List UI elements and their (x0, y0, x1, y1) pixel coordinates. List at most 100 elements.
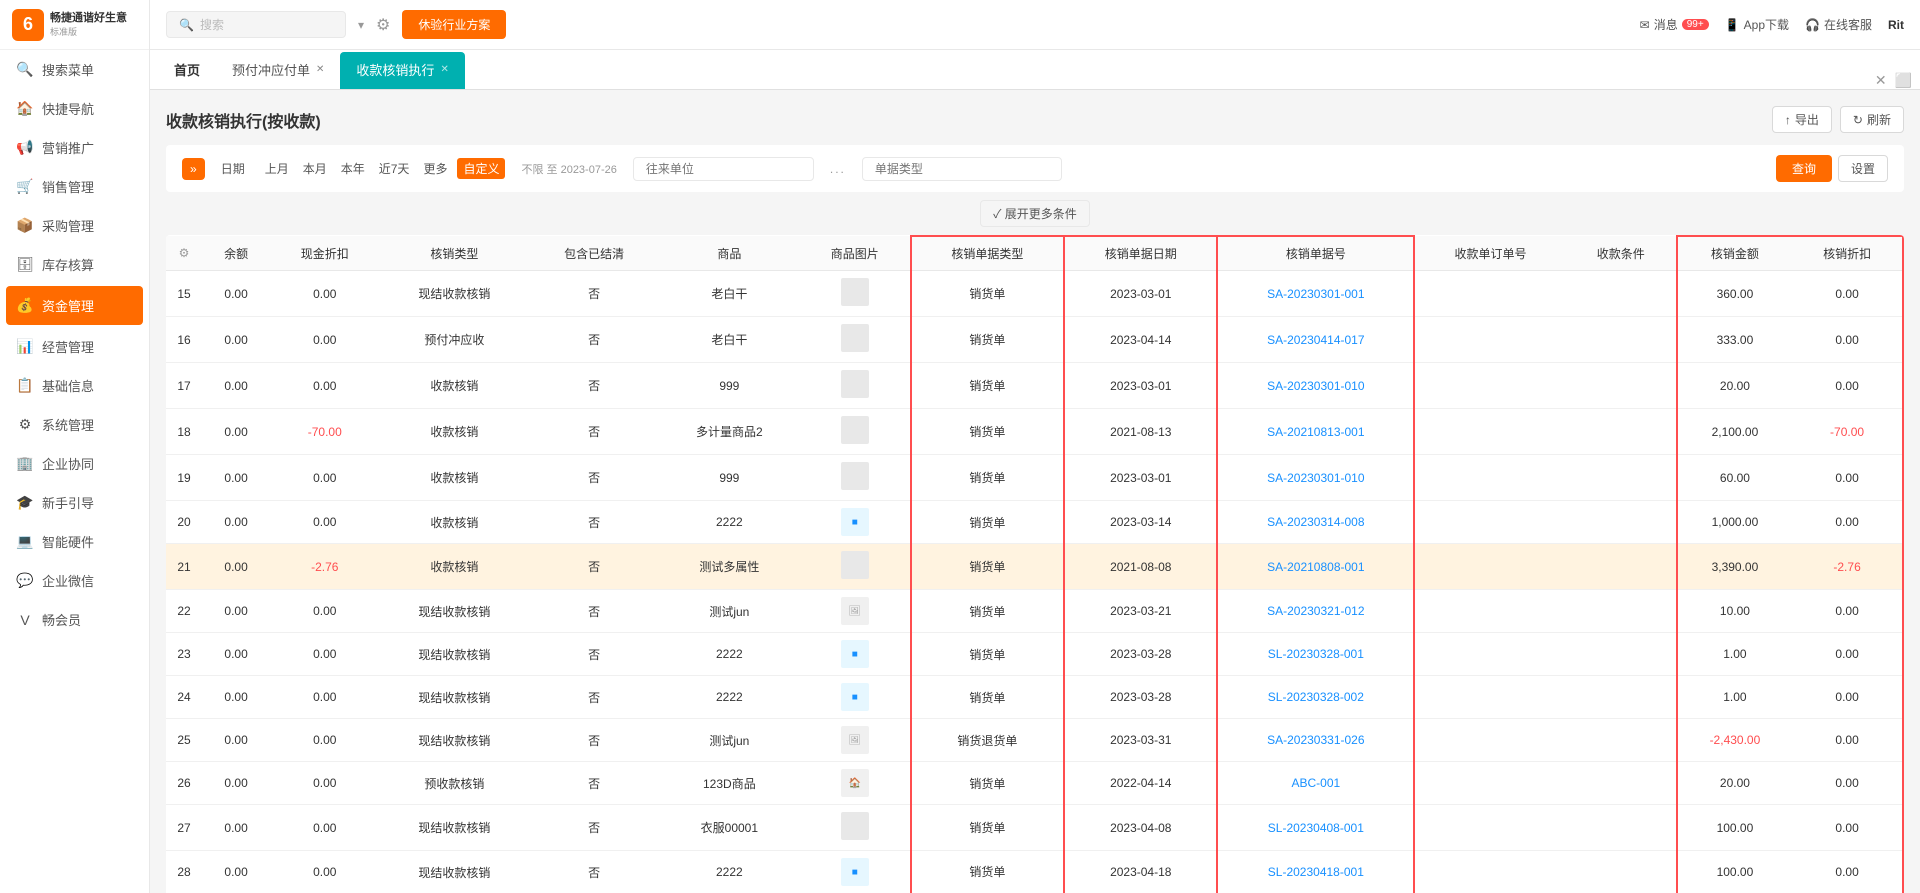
cell-slip-no[interactable]: SA-20230414-017 (1217, 317, 1414, 363)
cell-cash-discount: 0.00 (270, 676, 379, 719)
cell-slip-date: 2023-03-31 (1064, 719, 1217, 762)
page-title: 收款核销执行(按收款) (166, 108, 321, 132)
sidebar-item-ops[interactable]: 📊 经营管理 (0, 327, 149, 366)
cell-writeoff-type: 收款核销 (379, 363, 529, 409)
topbar-search-box[interactable]: 🔍 搜索 (166, 11, 346, 38)
settings-btn[interactable]: 设置 (1838, 155, 1888, 182)
cell-include-settled: 否 (529, 762, 659, 805)
table-gear-icon[interactable]: ⚙ (179, 246, 190, 260)
slip-no-link[interactable]: SA-20230301-010 (1267, 379, 1364, 393)
sidebar-item-marketing[interactable]: 📢 营销推广 (0, 128, 149, 167)
tab-writeoff-close-icon[interactable]: ✕ (440, 64, 448, 75)
tab-prepay-close-icon[interactable]: ✕ (316, 64, 324, 75)
filter-7days[interactable]: 近7天 (375, 158, 414, 179)
filter-expand-btn[interactable]: » (182, 158, 205, 180)
th-balance: 余额 (202, 236, 270, 271)
sidebar-item-corp[interactable]: 🏢 企业协同 (0, 444, 149, 483)
cell-receipt-condition (1566, 544, 1677, 590)
cell-cash-discount: 0.00 (270, 317, 379, 363)
guide-icon: 🎓 (16, 494, 34, 511)
logo-text: 畅捷通谐好生意 标准版 (50, 11, 127, 38)
filter-slip-type-input[interactable] (862, 157, 1062, 181)
slip-no-link[interactable]: SA-20210813-001 (1267, 425, 1364, 439)
sidebar-item-hardware[interactable]: 💻 智能硬件 (0, 522, 149, 561)
goods-thumbnail (841, 324, 869, 352)
cell-slip-no[interactable]: SL-20230408-001 (1217, 805, 1414, 851)
cell-slip-date: 2023-04-18 (1064, 851, 1217, 893)
user-name[interactable]: Rit (1888, 18, 1904, 32)
cell-goods-img: ■ (800, 676, 911, 719)
maximize-icon[interactable]: ⬜ (1895, 72, 1912, 89)
cell-slip-no[interactable]: SA-20230301-010 (1217, 455, 1414, 501)
topbar: 🔍 搜索 ▾ ⚙ 休验行业方案 ✉ 消息 99+ 📱 App下载 🎧 在线客服 … (150, 0, 1920, 50)
slip-no-link[interactable]: SA-20230301-001 (1267, 287, 1364, 301)
query-btn[interactable]: 查询 (1776, 155, 1832, 182)
app-download-btn[interactable]: 📱 App下载 (1725, 16, 1789, 33)
cell-include-settled: 否 (529, 590, 659, 633)
expand-more-btn[interactable]: ✓ 展开更多条件 (980, 200, 1090, 227)
cell-receipt-condition (1566, 590, 1677, 633)
tab-writeoff[interactable]: 收款核销执行 ✕ (340, 52, 464, 89)
industry-btn[interactable]: 休验行业方案 (402, 10, 506, 39)
cell-cash-discount: 0.00 (270, 455, 379, 501)
slip-no-link[interactable]: SL-20230328-002 (1268, 690, 1364, 704)
tab-home[interactable]: 首页 (158, 52, 216, 89)
cell-writeoff-amount: 100.00 (1677, 805, 1792, 851)
slip-no-link[interactable]: SA-20230414-017 (1267, 333, 1364, 347)
topbar-settings-icon[interactable]: ⚙ (376, 15, 390, 35)
cell-cash-discount: -70.00 (270, 409, 379, 455)
cell-slip-no[interactable]: ABC-001 (1217, 762, 1414, 805)
slip-no-link[interactable]: SA-20230301-010 (1267, 471, 1364, 485)
cell-slip-no[interactable]: SL-20230328-001 (1217, 633, 1414, 676)
sidebar-item-quicknav[interactable]: 🏠 快捷导航 (0, 89, 149, 128)
cell-writeoff-discount: 0.00 (1792, 317, 1903, 363)
sidebar-item-wechat[interactable]: 💬 企业微信 (0, 561, 149, 600)
refresh-btn[interactable]: ↻ 刷新 (1840, 106, 1904, 133)
topbar-chevron-icon[interactable]: ▾ (358, 18, 364, 32)
filter-this-year[interactable]: 本年 (337, 158, 369, 179)
page-actions: ↑ 导出 ↻ 刷新 (1772, 106, 1904, 133)
sidebar-item-member[interactable]: V 畅会员 (0, 600, 149, 639)
cell-slip-no[interactable]: SA-20230331-026 (1217, 719, 1414, 762)
slip-no-link[interactable]: ABC-001 (1291, 776, 1340, 790)
table-body: 15 0.00 0.00 现结收款核销 否 老白干 销货单 2023-03-01… (166, 271, 1903, 893)
sidebar-item-inventory[interactable]: 🗄 库存核算 (0, 245, 149, 284)
slip-no-link[interactable]: SL-20230408-001 (1268, 821, 1364, 835)
filter-custom[interactable]: 自定义 (457, 158, 505, 179)
sidebar-item-search[interactable]: 🔍 搜索菜单 (0, 50, 149, 89)
sidebar-item-system[interactable]: ⚙ 系统管理 (0, 405, 149, 444)
sidebar-item-finance[interactable]: 💰 资金管理 (6, 286, 143, 325)
cell-slip-no[interactable]: SL-20230328-002 (1217, 676, 1414, 719)
sidebar-item-basic[interactable]: 📋 基础信息 (0, 366, 149, 405)
cell-writeoff-type: 现结收款核销 (379, 676, 529, 719)
export-btn[interactable]: ↑ 导出 (1772, 106, 1832, 133)
message-btn[interactable]: ✉ 消息 99+ (1640, 16, 1709, 33)
sidebar-item-purchase[interactable]: 📦 采购管理 (0, 206, 149, 245)
cell-slip-no[interactable]: SA-20230314-008 (1217, 501, 1414, 544)
cell-slip-no[interactable]: SA-20210813-001 (1217, 409, 1414, 455)
sidebar-item-sales[interactable]: 🛒 销售管理 (0, 167, 149, 206)
online-service-btn[interactable]: 🎧 在线客服 (1805, 16, 1872, 33)
cell-slip-no[interactable]: SA-20230301-010 (1217, 363, 1414, 409)
cell-cash-discount: 0.00 (270, 590, 379, 633)
filter-partner-input[interactable] (633, 157, 814, 181)
tab-prepay[interactable]: 预付冲应付单 ✕ (216, 52, 340, 89)
cell-slip-no[interactable]: SA-20230321-012 (1217, 590, 1414, 633)
filter-more[interactable]: 更多 (419, 158, 451, 179)
slip-no-link[interactable]: SL-20230328-001 (1268, 647, 1364, 661)
sidebar-item-guide[interactable]: 🎓 新手引导 (0, 483, 149, 522)
corp-icon: 🏢 (16, 455, 34, 472)
filter-this-month[interactable]: 本月 (299, 158, 331, 179)
cell-receipt-order-no (1414, 409, 1566, 455)
slip-no-link[interactable]: SA-20230331-026 (1267, 733, 1364, 747)
filter-last-month[interactable]: 上月 (261, 158, 293, 179)
cell-slip-no[interactable]: SL-20230418-001 (1217, 851, 1414, 893)
slip-no-link[interactable]: SA-20230314-008 (1267, 515, 1364, 529)
cell-slip-no[interactable]: SA-20210808-001 (1217, 544, 1414, 590)
slip-no-link[interactable]: SA-20230321-012 (1267, 604, 1364, 618)
cell-balance: 0.00 (202, 501, 270, 544)
close-all-icon[interactable]: ✕ (1875, 72, 1887, 89)
slip-no-link[interactable]: SA-20210808-001 (1267, 560, 1364, 574)
slip-no-link[interactable]: SL-20230418-001 (1268, 865, 1364, 879)
cell-slip-no[interactable]: SA-20230301-001 (1217, 271, 1414, 317)
